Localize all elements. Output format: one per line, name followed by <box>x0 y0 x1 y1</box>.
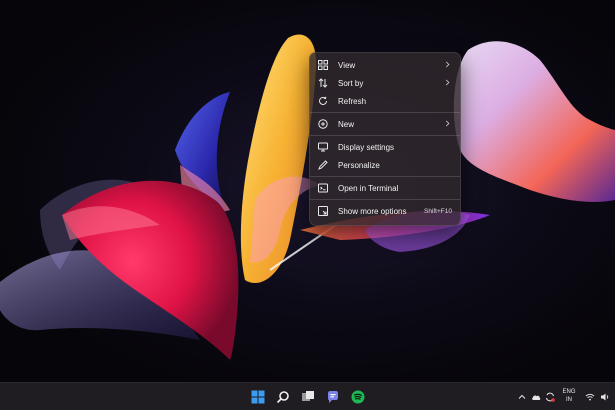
chevron-up-icon[interactable] <box>517 392 527 402</box>
shortcut-hint: Shift+F10 <box>423 207 452 215</box>
refresh-icon <box>318 96 328 106</box>
language-code: ENG <box>562 389 576 395</box>
menu-item-label: Display settings <box>338 142 395 152</box>
menu-item-sort-by[interactable]: Sort by <box>314 74 456 92</box>
menu-item-new[interactable]: New <box>314 115 456 133</box>
sort-icon <box>318 78 328 88</box>
menu-item-display-settings[interactable]: Display settings <box>314 138 456 156</box>
speaker-icon[interactable] <box>600 392 610 402</box>
menu-item-personalize[interactable]: Personalize <box>314 156 456 174</box>
plus-circle-icon <box>318 119 328 129</box>
menu-item-view[interactable]: View <box>314 56 456 74</box>
menu-separator <box>310 135 460 136</box>
chevron-right-icon <box>444 79 452 87</box>
task-view-icon[interactable] <box>300 389 316 405</box>
pen-icon <box>318 160 328 170</box>
wallpaper-bloom <box>0 34 615 360</box>
language-indicator[interactable]: ENG IN <box>560 388 578 404</box>
chevron-right-icon <box>444 120 452 128</box>
display-icon <box>318 142 328 152</box>
sync-icon[interactable] <box>545 392 555 402</box>
menu-separator <box>310 199 460 200</box>
menu-separator <box>310 112 460 113</box>
chevron-right-icon <box>444 61 452 69</box>
menu-item-label: Personalize <box>338 160 380 170</box>
more-options-icon <box>318 206 328 216</box>
terminal-icon <box>318 183 328 193</box>
desktop-context-menu: View Sort by Refresh New Display setting… <box>309 52 461 226</box>
grid-icon <box>318 60 328 70</box>
menu-item-label: Refresh <box>338 96 367 106</box>
menu-item-label: View <box>338 60 356 70</box>
search-icon[interactable] <box>275 389 291 405</box>
desktop[interactable]: View Sort by Refresh New Display setting… <box>0 0 615 410</box>
taskbar: ENG IN <box>0 382 615 410</box>
menu-separator <box>310 176 460 177</box>
windows-start-icon[interactable] <box>250 389 266 405</box>
menu-item-open-in-terminal[interactable]: Open in Terminal <box>314 179 456 197</box>
menu-item-show-more-options[interactable]: Show more options Shift+F10 <box>314 202 456 220</box>
keyboard-region: IN <box>566 397 572 403</box>
spotify-icon[interactable] <box>350 389 366 405</box>
menu-item-label: Open in Terminal <box>338 183 399 193</box>
menu-item-label: Sort by <box>338 78 364 88</box>
teams-chat-icon[interactable] <box>325 389 341 405</box>
cloud-icon[interactable] <box>531 392 541 402</box>
menu-item-label: New <box>338 119 355 129</box>
menu-item-refresh[interactable]: Refresh <box>314 92 456 110</box>
wifi-icon[interactable] <box>585 392 595 402</box>
menu-item-label: Show more options <box>338 206 407 216</box>
